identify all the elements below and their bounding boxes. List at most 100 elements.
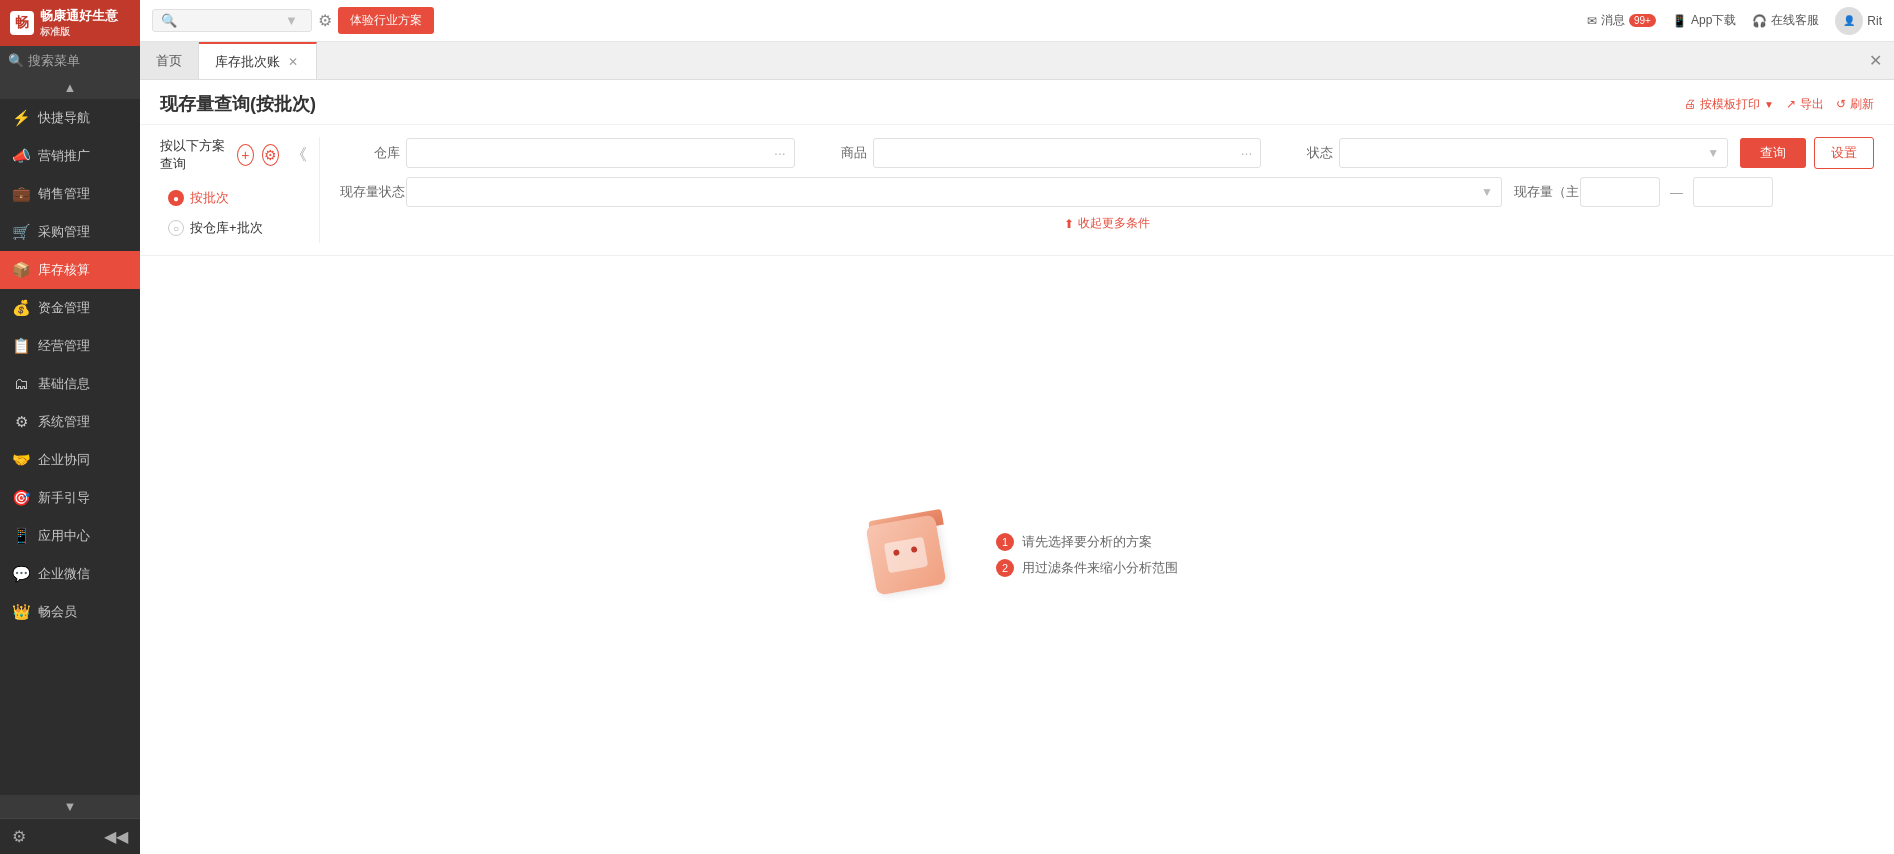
refresh-button[interactable]: ↺ 刷新 bbox=[1836, 96, 1874, 113]
print-chevron-icon[interactable]: ▼ bbox=[1764, 99, 1774, 110]
empty-step-2: 2 用过滤条件来缩小分析范围 bbox=[996, 559, 1178, 577]
phone-icon: 📱 bbox=[1672, 14, 1687, 28]
filter-row-2: 现存量状态 ▼ 现存量（主） bbox=[340, 177, 1874, 207]
sidebar-item-enterprise[interactable]: 🤝 企业协同 bbox=[0, 441, 140, 479]
warehouse-label: 仓库 bbox=[340, 144, 400, 162]
sidebar-item-inventory[interactable]: 📦 库存核算 bbox=[0, 251, 140, 289]
sales-icon: 💼 bbox=[12, 185, 30, 203]
inventory-status-label: 现存量状态 bbox=[340, 183, 400, 201]
settings-footer-icon[interactable]: ⚙ bbox=[12, 827, 26, 846]
filter-panel: 按以下方案查询 + ⚙ 《 ● 按批次 ○ bbox=[140, 125, 1894, 256]
step-2-number: 2 bbox=[996, 559, 1014, 577]
scheme-inactive-dot: ○ bbox=[168, 220, 184, 236]
sidebar-item-basic[interactable]: 🗂 基础信息 bbox=[0, 365, 140, 403]
filter-row-1: 仓库 ··· 商品 ··· bbox=[340, 137, 1874, 169]
brand-title: 畅康通好生意 bbox=[40, 8, 118, 25]
topbar-right: ✉ 消息 99+ 📱 App下载 🎧 在线客服 👤 Rit bbox=[1587, 7, 1882, 35]
enterprise-icon: 🤝 bbox=[12, 451, 30, 469]
scheme-by-batch[interactable]: ● 按批次 bbox=[160, 183, 307, 213]
brand-text: 畅康通好生意 标准版 bbox=[40, 8, 118, 38]
status-select[interactable]: ▼ bbox=[1339, 138, 1728, 168]
topbar: 🔍 ▼ ⚙ 体验行业方案 ✉ 消息 99+ 📱 App下载 🎧 在线客服 bbox=[140, 0, 1894, 42]
page-header: 现存量查询(按批次) 🖨 按模板打印 ▼ ↗ 导出 ↺ 刷新 bbox=[140, 80, 1894, 125]
scheme-by-warehouse-batch[interactable]: ○ 按仓库+批次 bbox=[160, 213, 307, 243]
page-title: 现存量查询(按批次) bbox=[160, 92, 316, 116]
search-icon: 🔍 bbox=[8, 53, 24, 68]
collapse-more-button[interactable]: ⬆ 收起更多条件 bbox=[340, 207, 1874, 236]
sidebar-search[interactable]: 🔍 搜索菜单 bbox=[0, 46, 140, 76]
tab-close-inventory-batch[interactable]: ✕ bbox=[286, 54, 300, 70]
empty-illustration bbox=[856, 505, 956, 605]
sidebar-item-finance[interactable]: 💰 资金管理 bbox=[0, 289, 140, 327]
inventory-qty-field: 现存量（主） — bbox=[1514, 177, 1874, 207]
sidebar-item-appcenter[interactable]: 📱 应用中心 bbox=[0, 517, 140, 555]
inventory-status-field: 现存量状态 ▼ bbox=[340, 177, 1502, 207]
product-input[interactable]: ··· bbox=[873, 138, 1262, 168]
sidebar-nav: ⚡ 快捷导航 📣 营销推广 💼 销售管理 🛒 采购管理 📦 库存核算 💰 资金管… bbox=[0, 99, 140, 795]
system-icon: ⚙ bbox=[12, 413, 30, 431]
purchase-icon: 🛒 bbox=[12, 223, 30, 241]
filter-header-title: 按以下方案查询 bbox=[160, 137, 229, 173]
inventory-qty-from[interactable] bbox=[1580, 177, 1660, 207]
sidebar-item-newuser[interactable]: 🎯 新手引导 bbox=[0, 479, 140, 517]
sidebar-item-system[interactable]: ⚙ 系统管理 bbox=[0, 403, 140, 441]
basic-icon: 🗂 bbox=[12, 375, 30, 393]
tab-home[interactable]: 首页 bbox=[140, 42, 199, 79]
messages-button[interactable]: ✉ 消息 99+ bbox=[1587, 12, 1656, 29]
scheme-active-dot: ● bbox=[168, 190, 184, 206]
range-dash: — bbox=[1666, 185, 1687, 200]
appcenter-icon: 📱 bbox=[12, 527, 30, 545]
user-area[interactable]: 👤 Rit bbox=[1835, 7, 1882, 35]
sidebar-item-wechat[interactable]: 💬 企业微信 bbox=[0, 555, 140, 593]
refresh-icon: ↺ bbox=[1836, 97, 1846, 111]
sidebar-item-sales[interactable]: 💼 销售管理 bbox=[0, 175, 140, 213]
member-icon: 👑 bbox=[12, 603, 30, 621]
inventory-status-chevron-icon[interactable]: ▼ bbox=[1481, 185, 1493, 199]
scheme-settings-button[interactable]: ⚙ bbox=[262, 144, 279, 166]
messages-icon: ✉ bbox=[1587, 14, 1597, 28]
topbar-settings-icon[interactable]: ⚙ bbox=[318, 11, 332, 30]
status-chevron-icon[interactable]: ▼ bbox=[1707, 146, 1719, 160]
industry-solution-button[interactable]: 体验行业方案 bbox=[338, 7, 434, 34]
gear-icon: ⚙ bbox=[264, 147, 277, 163]
sidebar-item-marketing[interactable]: 📣 营销推广 bbox=[0, 137, 140, 175]
sidebar-footer: ⚙ ◀◀ bbox=[0, 818, 140, 854]
filter-header: 按以下方案查询 + ⚙ 《 bbox=[160, 137, 307, 173]
scheme-collapse-button[interactable]: 《 bbox=[291, 145, 307, 166]
topbar-search-area[interactable]: 🔍 ▼ bbox=[152, 9, 312, 32]
sidebar-header: 畅 畅康通好生意 标准版 bbox=[0, 0, 140, 46]
empty-box-face bbox=[884, 537, 929, 573]
collapse-sidebar-icon[interactable]: ◀◀ bbox=[104, 827, 128, 846]
topbar-search-input[interactable] bbox=[181, 14, 281, 28]
print-template-button[interactable]: 🖨 按模板打印 ▼ bbox=[1684, 96, 1774, 113]
inventory-status-select[interactable]: ▼ bbox=[406, 177, 1502, 207]
filter-actions: 查询 设置 bbox=[1740, 137, 1874, 169]
add-scheme-button[interactable]: + bbox=[237, 144, 254, 166]
sidebar-item-ops[interactable]: 📋 经营管理 bbox=[0, 327, 140, 365]
sidebar-item-member[interactable]: 👑 畅会员 bbox=[0, 593, 140, 631]
sidebar-scroll-up[interactable]: ▲ bbox=[0, 76, 140, 99]
brand-subtitle: 标准版 bbox=[40, 25, 118, 38]
query-button[interactable]: 查询 bbox=[1740, 138, 1806, 168]
tab-inventory-batch[interactable]: 库存批次账 ✕ bbox=[199, 42, 317, 79]
warehouse-more-icon[interactable]: ··· bbox=[774, 145, 786, 161]
newuser-icon: 🎯 bbox=[12, 489, 30, 507]
inventory-qty-to[interactable] bbox=[1693, 177, 1773, 207]
sidebar-item-purchase[interactable]: 🛒 采购管理 bbox=[0, 213, 140, 251]
sidebar-item-quick-nav[interactable]: ⚡ 快捷导航 bbox=[0, 99, 140, 137]
export-button[interactable]: ↗ 导出 bbox=[1786, 96, 1824, 113]
brand-logo: 畅 bbox=[10, 11, 34, 35]
filter-left-panel: 按以下方案查询 + ⚙ 《 ● 按批次 ○ bbox=[160, 137, 320, 243]
settings-button[interactable]: 设置 bbox=[1814, 137, 1874, 169]
app-download-button[interactable]: 📱 App下载 bbox=[1672, 12, 1736, 29]
username-label: Rit bbox=[1867, 14, 1882, 28]
warehouse-field: 仓库 ··· bbox=[340, 138, 795, 168]
avatar: 👤 bbox=[1835, 7, 1863, 35]
tab-bar-close-button[interactable]: ✕ bbox=[1857, 42, 1894, 79]
warehouse-input[interactable]: ··· bbox=[406, 138, 795, 168]
online-support-button[interactable]: 🎧 在线客服 bbox=[1752, 12, 1819, 29]
empty-box-body bbox=[865, 514, 946, 595]
topbar-dropdown-icon[interactable]: ▼ bbox=[285, 13, 298, 28]
product-more-icon[interactable]: ··· bbox=[1241, 145, 1253, 161]
sidebar-scroll-down[interactable]: ▼ bbox=[0, 795, 140, 818]
